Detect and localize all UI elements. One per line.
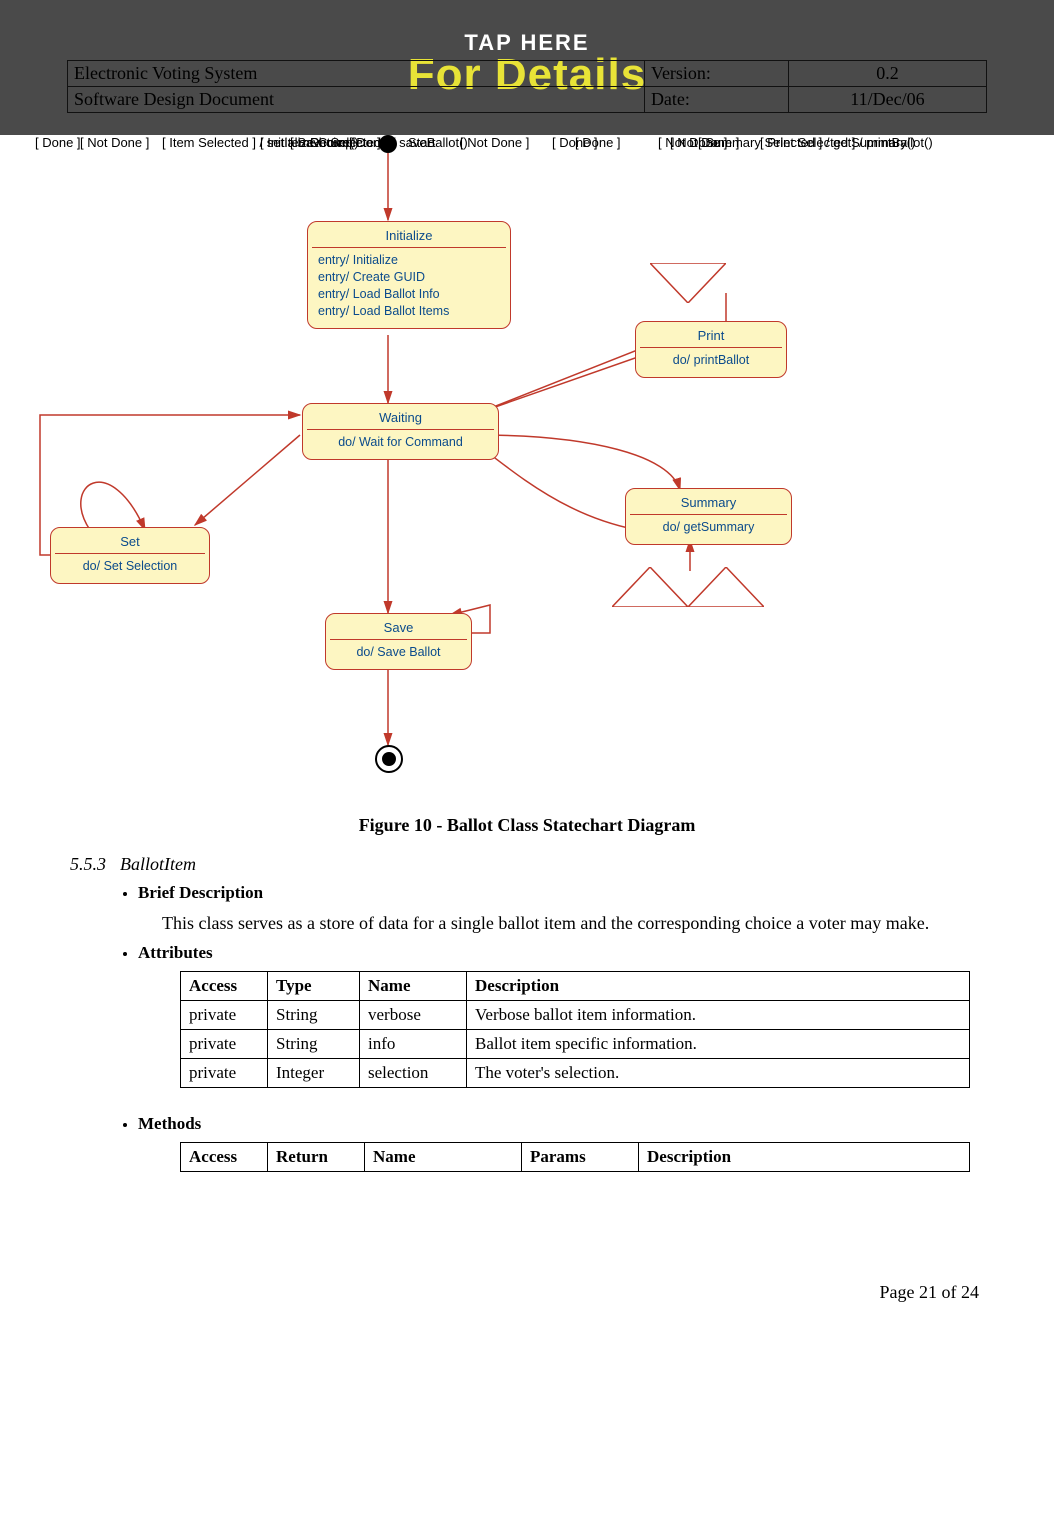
state-save: Save do/ Save Ballot	[325, 613, 472, 670]
cell: String	[268, 1001, 360, 1030]
cell: String	[268, 1030, 360, 1059]
state-initialize-name: Initialize	[312, 226, 506, 248]
meth-col-return: Return	[268, 1143, 365, 1172]
attributes-head: Attributes	[138, 943, 213, 962]
state-waiting: Waiting do/ Wait for Command	[302, 403, 499, 460]
attributes-table: Access Type Name Description private Str…	[180, 971, 970, 1088]
header-system: Electronic Voting System	[68, 61, 645, 87]
label-return-done: Return[ Done ]	[310, 135, 395, 150]
meth-col-desc: Description	[639, 1143, 970, 1172]
header-doc: Software Design Document	[68, 87, 645, 113]
page-footer: Page 21 of 24	[880, 1282, 979, 1303]
state-set-name: Set	[55, 532, 205, 554]
cell: verbose	[360, 1001, 467, 1030]
table-row: private String info Ballot item specific…	[181, 1030, 970, 1059]
initialize-line-4: entry/ Load Ballot Items	[318, 303, 500, 320]
choice-print-top	[650, 263, 726, 303]
label-not-done-summary: [ Not Done ]	[670, 135, 739, 150]
table-row: private Integer selection The voter's se…	[181, 1059, 970, 1088]
state-initialize: Initialize entry/ Initialize entry/ Crea…	[307, 221, 511, 329]
methods-table: Access Return Name Params Description	[180, 1142, 970, 1172]
label-done-summary: [ Done ]	[575, 135, 621, 150]
methods-head: Methods	[138, 1114, 201, 1133]
initialize-line-3: entry/ Load Ballot Info	[318, 286, 500, 303]
figure-caption: Figure 10 - Ballot Class Statechart Diag…	[0, 815, 1054, 836]
choice-summary-bottom-2	[688, 567, 764, 607]
brief-description-head: Brief Description	[138, 883, 263, 902]
meth-col-name: Name	[365, 1143, 522, 1172]
header-version-label: Version:	[644, 61, 788, 87]
doc-header: Electronic Voting System Version: 0.2 So…	[67, 60, 987, 113]
section-title: BallotItem	[120, 854, 196, 874]
label-not-done-set: [ Not Done ]	[80, 135, 149, 150]
cell: Verbose ballot item information.	[467, 1001, 970, 1030]
meth-col-access: Access	[181, 1143, 268, 1172]
state-save-body: do/ Save Ballot	[336, 644, 461, 661]
final-state-icon	[375, 745, 403, 773]
state-print-name: Print	[640, 326, 782, 348]
state-waiting-body: do/ Wait for Command	[313, 434, 488, 451]
table-row: private String verbose Verbose ballot it…	[181, 1001, 970, 1030]
state-set-body: do/ Set Selection	[61, 558, 199, 575]
cell: selection	[360, 1059, 467, 1088]
header-version: 0.2	[788, 61, 986, 87]
statechart-diagram: Start Initialize entry/ Initialize entry…	[30, 135, 1024, 805]
section-heading: 5.5.3 BallotItem	[70, 854, 984, 875]
cell: info	[360, 1030, 467, 1059]
cell: Integer	[268, 1059, 360, 1088]
cell: Ballot item specific information.	[467, 1030, 970, 1059]
overlay-bar: TAP HERE For Details Electronic Voting S…	[0, 0, 1054, 135]
header-date: 11/Dec/06	[788, 87, 986, 113]
initialize-line-1: entry/ Initialize	[318, 252, 500, 269]
attr-col-desc: Description	[467, 972, 970, 1001]
state-print-body: do/ printBallot	[646, 352, 776, 369]
choice-summary-bottom	[612, 567, 688, 607]
attr-col-type: Type	[268, 972, 360, 1001]
attr-col-name: Name	[360, 972, 467, 1001]
state-save-name: Save	[330, 618, 467, 640]
label-not-done-save: [ Not Done ]	[460, 135, 529, 150]
diagram-arrows	[30, 135, 1024, 805]
section-number: 5.5.3	[70, 854, 106, 874]
state-summary: Summary do/ getSummary	[625, 488, 792, 545]
state-print: Print do/ printBallot	[635, 321, 787, 378]
cell: The voter's selection.	[467, 1059, 970, 1088]
state-summary-name: Summary	[630, 493, 787, 515]
state-summary-body: do/ getSummary	[636, 519, 781, 536]
initialize-line-2: entry/ Create GUID	[318, 269, 500, 286]
cell: private	[181, 1059, 268, 1088]
label-done-set: [ Done ]	[35, 135, 81, 150]
cell: private	[181, 1001, 268, 1030]
state-waiting-name: Waiting	[307, 408, 494, 430]
header-date-label: Date:	[644, 87, 788, 113]
brief-description-text: This class serves as a store of data for…	[162, 911, 984, 935]
state-set: Set do/ Set Selection	[50, 527, 210, 584]
cell: private	[181, 1030, 268, 1059]
meth-col-params: Params	[522, 1143, 639, 1172]
attr-col-access: Access	[181, 972, 268, 1001]
